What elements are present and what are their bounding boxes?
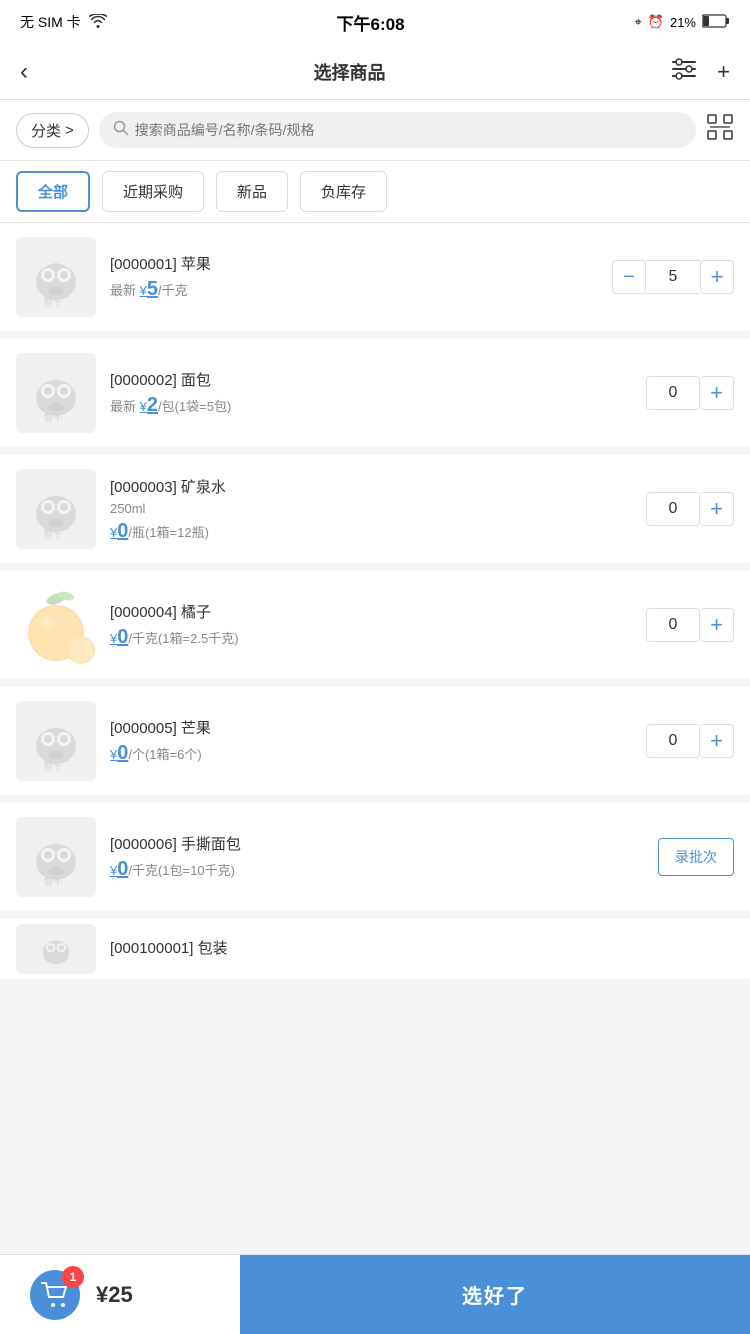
nav-actions: + — [671, 58, 730, 85]
product-item: 智十 [0000003] 矿泉水 250ml ¥0/瓶(1箱=12瓶) + — [0, 455, 750, 571]
nav-bar: ‹ 选择商品 + — [0, 44, 750, 100]
product-name: [0000003] 矿泉水 — [110, 476, 632, 497]
product-item: 智十 [0000005] 芒果 ¥0/个(1箱=6个) + — [0, 687, 750, 803]
product-quantity: + — [646, 724, 734, 758]
product-quantity: 录批次 — [658, 838, 734, 876]
cart-button[interactable]: 1 — [30, 1270, 80, 1320]
product-item: 智十 [0000002] 面包 最新 ¥2/包(1袋=5包) + — [0, 339, 750, 455]
category-button[interactable]: 分类 > — [16, 113, 89, 148]
product-thumbnail: 智十 — [16, 701, 96, 781]
quantity-input[interactable] — [646, 376, 700, 410]
product-info: [0000004] 橘子 ¥0/千克(1箱=2.5千克) — [110, 601, 632, 649]
quantity-input[interactable] — [646, 608, 700, 642]
svg-text:智十: 智十 — [44, 412, 62, 423]
product-price: 最新 ¥2/包(1袋=5包) — [110, 394, 632, 417]
filter-bar: 分类 > — [0, 100, 750, 161]
svg-text:智十: 智十 — [44, 876, 62, 887]
product-name: [0000006] 手撕面包 — [110, 833, 644, 854]
svg-text:智十: 智十 — [44, 760, 62, 771]
product-name: [0000004] 橘子 — [110, 601, 632, 622]
page-title: 选择商品 — [314, 59, 386, 85]
product-item: 智十 [0000006] 手撕面包 ¥0/千克(1包=10千克) 录批次 — [0, 803, 750, 919]
sim-status: 无 SIM 卡 — [20, 12, 81, 32]
increase-button[interactable]: + — [700, 260, 734, 294]
increase-button[interactable]: + — [700, 608, 734, 642]
tab-negative-stock[interactable]: 负库存 — [300, 171, 387, 212]
tab-bar: 全部 近期采购 新品 负库存 — [0, 161, 750, 223]
product-thumbnail: 智十 — [16, 817, 96, 897]
alarm-icon: ⏰ — [648, 14, 664, 30]
product-price: ¥0/瓶(1箱=12瓶) — [110, 520, 632, 543]
battery-percent: 21% — [670, 15, 696, 30]
product-item: [0000004] 橘子 ¥0/千克(1箱=2.5千克) + — [0, 571, 750, 687]
status-right: ⌖ ⏰ 21% — [634, 14, 730, 31]
status-left: 无 SIM 卡 — [20, 12, 107, 32]
tab-recent[interactable]: 近期采购 — [102, 171, 204, 212]
product-name: [0000001] 苹果 — [110, 253, 598, 274]
product-price: 最新 ¥5/千克 — [110, 278, 598, 301]
product-quantity: + — [646, 376, 734, 410]
product-thumbnail: 智十 — [16, 353, 96, 433]
search-icon — [113, 120, 129, 141]
cart-total: ¥25 — [96, 1282, 133, 1308]
quantity-input[interactable] — [646, 492, 700, 526]
battery-icon — [702, 14, 730, 31]
product-list: 智十 [0000001] 苹果 最新 ¥5/千克 − + 智十 — [0, 223, 750, 979]
location-icon: ⌖ — [634, 14, 641, 30]
filter-icon[interactable] — [671, 58, 697, 85]
search-box — [99, 112, 696, 148]
product-price: ¥0/千克(1包=10千克) — [110, 858, 644, 881]
product-info: [0000003] 矿泉水 250ml ¥0/瓶(1箱=12瓶) — [110, 476, 632, 543]
product-thumbnail — [16, 585, 96, 665]
product-quantity: + — [646, 492, 734, 526]
product-price: ¥0/个(1箱=6个) — [110, 742, 632, 765]
product-name: [0000002] 面包 — [110, 369, 632, 390]
batch-button[interactable]: 录批次 — [658, 838, 734, 876]
product-thumbnail: 智十 — [16, 237, 96, 317]
status-time: 下午6:08 — [337, 10, 405, 35]
product-name: [000100001] 包装 — [110, 937, 734, 958]
product-quantity: − + — [612, 260, 734, 294]
product-spec: 250ml — [110, 501, 632, 516]
tab-new[interactable]: 新品 — [216, 171, 288, 212]
search-input[interactable] — [135, 122, 682, 138]
chevron-right-icon: > — [65, 122, 74, 139]
increase-button[interactable]: + — [700, 492, 734, 526]
confirm-button[interactable]: 选好了 — [240, 1255, 750, 1334]
increase-button[interactable]: + — [700, 376, 734, 410]
product-thumbnail — [16, 924, 96, 974]
product-item-partial: [000100001] 包装 — [0, 919, 750, 979]
wifi-icon — [89, 14, 107, 31]
product-info: [0000005] 芒果 ¥0/个(1箱=6个) — [110, 717, 632, 765]
product-info: [0000002] 面包 最新 ¥2/包(1袋=5包) — [110, 369, 632, 417]
increase-button[interactable]: + — [700, 724, 734, 758]
product-name: [0000005] 芒果 — [110, 717, 632, 738]
product-info: [0000001] 苹果 最新 ¥5/千克 — [110, 253, 598, 301]
product-info: [0000006] 手撕面包 ¥0/千克(1包=10千克) — [110, 833, 644, 881]
tab-all[interactable]: 全部 — [16, 171, 90, 212]
product-quantity: + — [646, 608, 734, 642]
product-price: ¥0/千克(1箱=2.5千克) — [110, 626, 632, 649]
decrease-button[interactable]: − — [612, 260, 646, 294]
cart-section: 1 ¥25 — [0, 1270, 240, 1320]
bottom-bar: 1 ¥25 选好了 — [0, 1254, 750, 1334]
quantity-input[interactable] — [646, 260, 700, 294]
back-button[interactable]: ‹ — [20, 58, 28, 86]
product-item: 智十 [0000001] 苹果 最新 ¥5/千克 − + — [0, 223, 750, 339]
product-info: [000100001] 包装 — [110, 937, 734, 962]
cart-badge: 1 — [62, 1266, 84, 1288]
quantity-input[interactable] — [646, 724, 700, 758]
svg-text:智十: 智十 — [44, 296, 62, 307]
add-button[interactable]: + — [717, 59, 730, 85]
status-bar: 无 SIM 卡 下午6:08 ⌖ ⏰ 21% — [0, 0, 750, 44]
scan-icon[interactable] — [706, 113, 734, 147]
product-thumbnail: 智十 — [16, 469, 96, 549]
svg-text:智十: 智十 — [44, 528, 62, 539]
